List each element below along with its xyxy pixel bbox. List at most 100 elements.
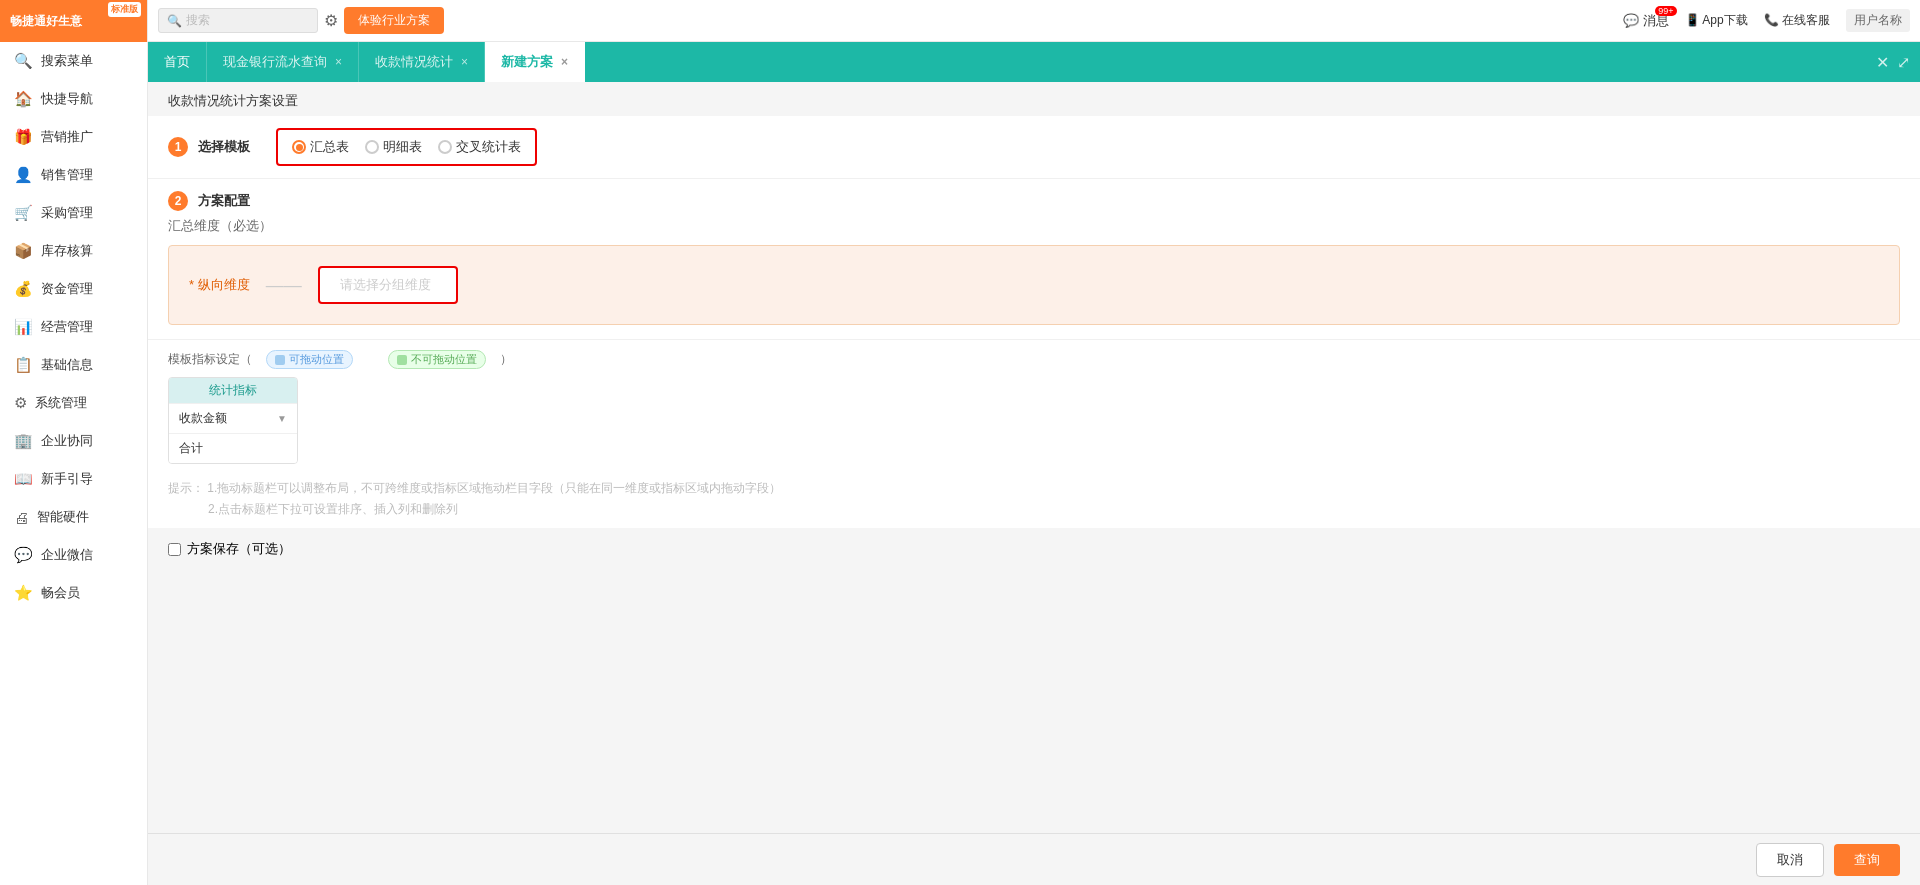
sidebar-item-guide[interactable]: 📖 新手引导 [0,460,147,498]
sidebar-item-label: 畅会员 [41,584,80,602]
vertical-dim-label: * 纵向维度 [189,276,250,294]
radio-circle-cross [438,140,452,154]
sidebar-item-wechat[interactable]: 💬 企业微信 [0,536,147,574]
printer-icon: 🖨 [14,509,29,526]
sidebar-item-sales[interactable]: 👤 销售管理 [0,156,147,194]
bottom-bar: 取消 查询 [148,833,1920,885]
chart-icon: 📊 [14,318,33,336]
main-area: 🔍 搜索 ⚙ 体验行业方案 💬 消息 99+ 📱 App下载 📞 在线客服 用户… [148,0,1920,885]
sidebar-item-label: 基础信息 [41,356,93,374]
money-icon: 💰 [14,280,33,298]
message-badge: 99+ [1655,6,1676,16]
expand-window-icon[interactable]: ⤢ [1897,53,1910,72]
radio-circle-summary [292,140,306,154]
sidebar-item-operations[interactable]: 📊 经营管理 [0,308,147,346]
sidebar-item-basic-info[interactable]: 📋 基础信息 [0,346,147,384]
sidebar-item-marketing[interactable]: 🎁 营销推广 [0,118,147,156]
step1-number: 1 [168,137,188,157]
non-draggable-badge: 不可拖动位置 [388,350,486,369]
logo-text: 畅捷通好生意 [10,13,82,30]
step1-title: 选择模板 [198,138,250,156]
topbar-left: 🔍 搜索 ⚙ 体验行业方案 [158,7,1613,34]
step2-title: 方案配置 [198,192,250,210]
search-box[interactable]: 🔍 搜索 [158,8,318,33]
doc-icon: 📋 [14,356,33,374]
settings-icon[interactable]: ⚙ [324,11,338,30]
radio-summary[interactable]: 汇总表 [292,138,349,156]
tab-receipt-stat[interactable]: 收款情况统计 × [359,42,485,82]
sidebar-item-quick-nav[interactable]: 🏠 快捷导航 [0,80,147,118]
stat-item-total: 合计 [169,433,297,463]
tab-home[interactable]: 首页 [148,42,207,82]
gift-icon: 🎁 [14,128,33,146]
sidebar-item-label: 搜索菜单 [41,52,93,70]
close-receipt-stat-tab[interactable]: × [461,55,468,69]
radio-detail[interactable]: 明细表 [365,138,422,156]
close-window-icon[interactable]: ✕ [1876,53,1889,72]
star-icon: ⭐ [14,584,33,602]
radio-circle-detail [365,140,379,154]
sidebar-item-label: 系统管理 [35,394,87,412]
sidebar-item-inventory[interactable]: 📦 库存核算 [0,232,147,270]
hint-2: 2.点击标题栏下拉可设置排序、插入列和删除列 [168,501,1900,518]
page-content: 收款情况统计方案设置 1 选择模板 汇总表 明细表 [148,82,1920,833]
tab-bank-flow[interactable]: 现金银行流水查询 × [207,42,359,82]
sidebar-item-label: 智能硬件 [37,508,89,526]
query-button[interactable]: 查询 [1834,844,1900,876]
cart-icon: 🛒 [14,204,33,222]
sidebar-item-hardware[interactable]: 🖨 智能硬件 [0,498,147,536]
breadcrumb: 收款情况统计方案设置 [148,82,1920,116]
indicator-label-row: 模板指标设定（ 可拖动位置 不可拖动位置 ） [168,350,1900,369]
industry-btn[interactable]: 体验行业方案 [344,7,444,34]
dim-select-dropdown[interactable]: 请选择分组维度 [318,266,458,304]
book-icon: 📖 [14,470,33,488]
stat-item-amount[interactable]: 收款金额 ▼ [169,403,297,433]
user-info[interactable]: 用户名称 [1846,9,1910,32]
chat-icon: 💬 [14,546,33,564]
sidebar-item-label: 资金管理 [41,280,93,298]
save-plan-checkbox[interactable] [168,543,181,556]
tabbar-actions: ✕ ⤢ [1876,53,1920,72]
indicator-setting-suffix: ） [500,351,512,368]
support-link[interactable]: 📞 在线客服 [1764,12,1830,29]
tabbar: 首页 现金银行流水查询 × 收款情况统计 × 新建方案 × ✕ ⤢ [148,42,1920,82]
close-new-plan-tab[interactable]: × [561,55,568,69]
enterprise-icon: 🏢 [14,432,33,450]
cancel-button[interactable]: 取消 [1756,843,1824,877]
sidebar-item-label: 销售管理 [41,166,93,184]
hint-1: 提示： 1.拖动标题栏可以调整布局，不可跨维度或指标区域拖动栏目字段（只能在同一… [168,480,1900,497]
search-menu-icon: 🔍 [14,52,33,70]
tab-new-plan[interactable]: 新建方案 × [485,42,585,82]
indicator-separator [367,353,374,367]
close-bank-flow-tab[interactable]: × [335,55,342,69]
draggable-badge: 可拖动位置 [266,350,353,369]
download-link[interactable]: 📱 App下载 [1685,12,1748,29]
sidebar-item-search-menu[interactable]: 🔍 搜索菜单 [0,42,147,80]
topbar-right: 💬 消息 99+ 📱 App下载 📞 在线客服 用户名称 [1623,9,1910,32]
gear-icon: ⚙ [14,394,27,412]
save-option-row: 方案保存（可选） [148,528,1920,570]
sidebar-item-label: 企业协同 [41,432,93,450]
sidebar-item-label: 新手引导 [41,470,93,488]
sidebar: 畅捷通好生意 标准版 🔍 搜索菜单 🏠 快捷导航 🎁 营销推广 👤 销售管理 🛒… [0,0,148,885]
box-icon: 📦 [14,242,33,260]
home-icon: 🏠 [14,90,33,108]
message-area[interactable]: 💬 消息 99+ [1623,12,1669,30]
sidebar-item-purchase[interactable]: 🛒 采购管理 [0,194,147,232]
radio-cross[interactable]: 交叉统计表 [438,138,521,156]
sidebar-item-label: 快捷导航 [41,90,93,108]
indicator-section: 模板指标设定（ 可拖动位置 不可拖动位置 ） 统计指标 收款金 [148,340,1920,470]
sidebar-item-member[interactable]: ⭐ 畅会员 [0,574,147,612]
indicator-setting-prefix: 模板指标设定（ [168,351,252,368]
sidebar-item-label: 营销推广 [41,128,93,146]
search-placeholder: 搜索 [186,12,210,29]
save-plan-label[interactable]: 方案保存（可选） [187,540,291,558]
template-selection-outline: 汇总表 明细表 交叉统计表 [276,128,537,166]
step2-row: 2 方案配置 [148,179,1920,217]
sidebar-item-system[interactable]: ⚙ 系统管理 [0,384,147,422]
sidebar-item-finance[interactable]: 💰 资金管理 [0,270,147,308]
step2-number: 2 [168,191,188,211]
dim-section-label: 汇总维度（必选） [168,217,1900,235]
user-icon: 👤 [14,166,33,184]
sidebar-item-enterprise[interactable]: 🏢 企业协同 [0,422,147,460]
